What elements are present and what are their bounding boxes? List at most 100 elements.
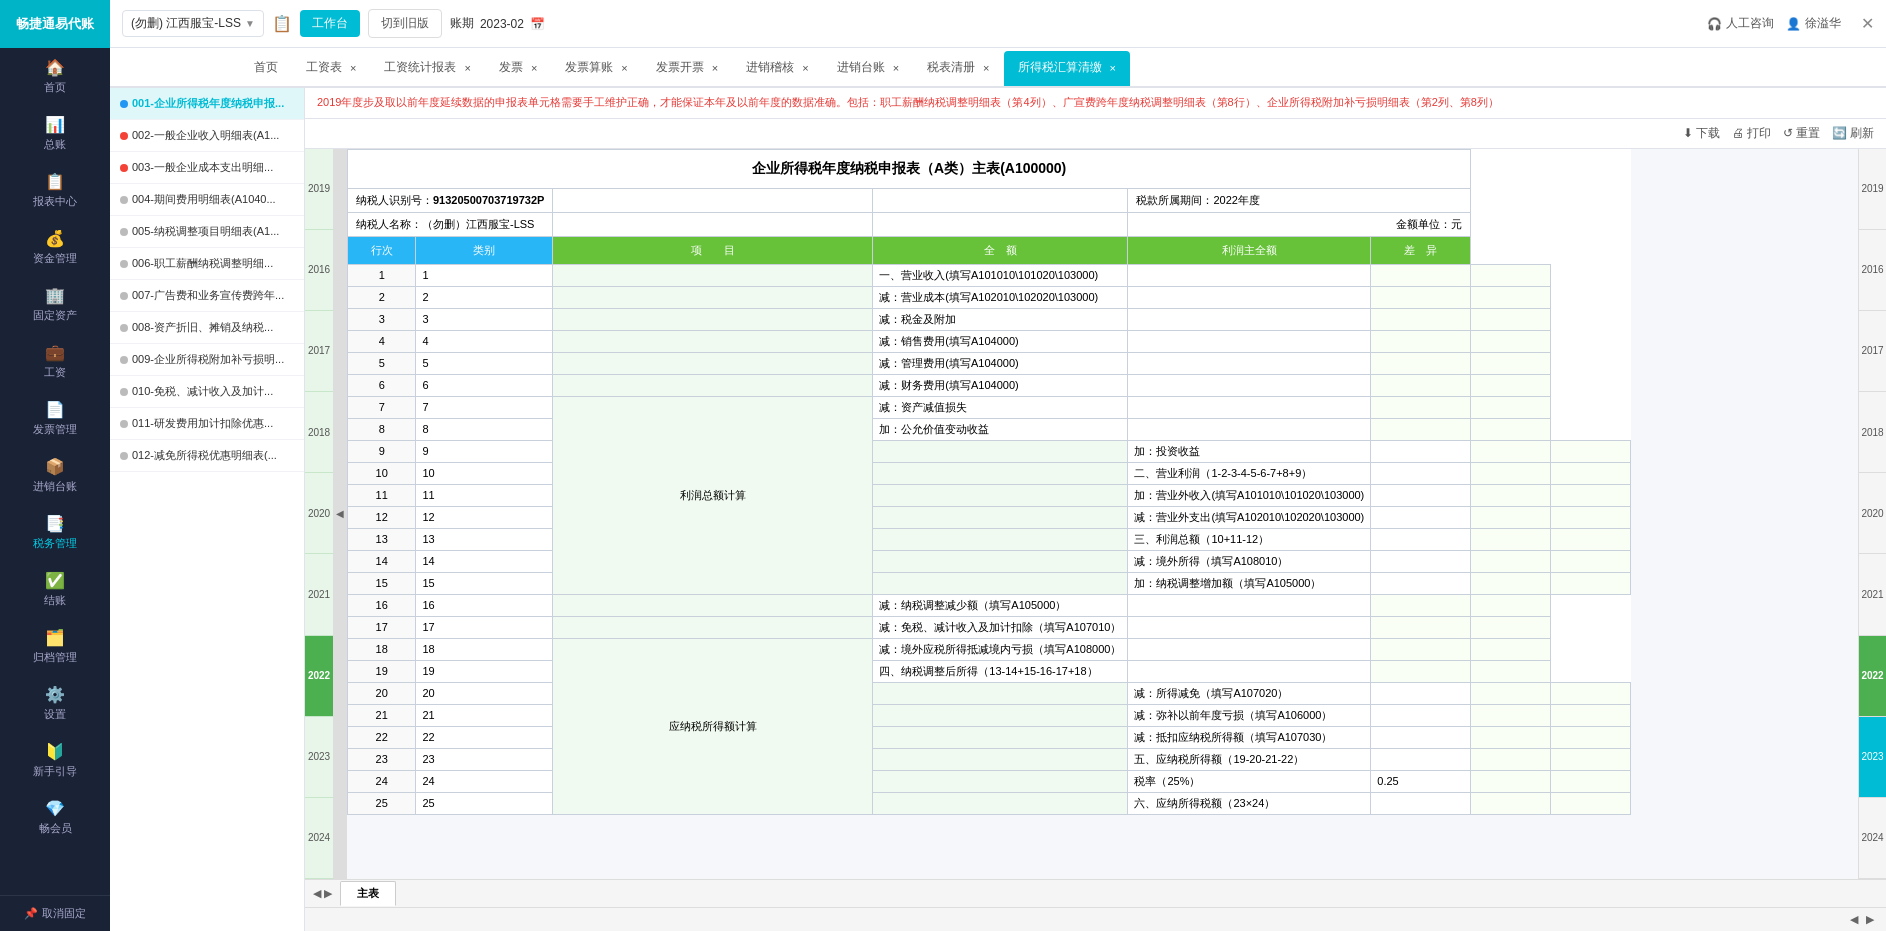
row-diff-14[interactable] <box>1551 550 1631 572</box>
year-item-left-2018[interactable]: 2018 <box>305 392 333 473</box>
sidebar-item-purchase[interactable]: 📦进销台账 <box>0 447 110 504</box>
tab-close-icon[interactable]: × <box>983 62 989 74</box>
sidebar-item-invoice[interactable]: 📄发票管理 <box>0 390 110 447</box>
row-profit-amount-8[interactable] <box>1371 418 1471 440</box>
nav-tab-税表清册[interactable]: 税表清册× <box>913 51 1003 86</box>
row-profit-amount-7[interactable] <box>1371 396 1471 418</box>
row-full-amount-4[interactable] <box>1128 330 1371 352</box>
left-panel-item-011[interactable]: 011-研发费用加计扣除优惠... <box>110 408 304 440</box>
year-item-right-2020[interactable]: 2020 <box>1859 473 1886 554</box>
row-profit-amount-18[interactable] <box>1371 638 1471 660</box>
row-diff-9[interactable] <box>1551 440 1631 462</box>
year-item-left-2021[interactable]: 2021 <box>305 554 333 635</box>
sidebar-item-report[interactable]: 📋报表中心 <box>0 162 110 219</box>
row-diff-15[interactable] <box>1551 572 1631 594</box>
row-profit-amount-21[interactable] <box>1471 704 1551 726</box>
row-full-amount-22[interactable] <box>1371 726 1471 748</box>
row-profit-amount-25[interactable] <box>1471 792 1551 814</box>
sidebar-item-payroll[interactable]: 💼工资 <box>0 333 110 390</box>
nav-tab-所得税汇算清缴[interactable]: 所得税汇算清缴× <box>1004 51 1130 86</box>
sidebar-item-home[interactable]: 🏠首页 <box>0 48 110 105</box>
row-profit-amount-16[interactable] <box>1371 594 1471 616</box>
left-panel-item-012[interactable]: 012-减免所得税优惠明细表(... <box>110 440 304 472</box>
calendar-icon[interactable]: 📅 <box>530 17 545 31</box>
year-item-right-2019[interactable]: 2019 <box>1859 149 1886 230</box>
row-profit-amount-20[interactable] <box>1471 682 1551 704</box>
year-item-left-2017[interactable]: 2017 <box>305 311 333 392</box>
workbench-button[interactable]: 工作台 <box>300 10 360 37</box>
row-diff-7[interactable] <box>1471 396 1551 418</box>
row-profit-amount-13[interactable] <box>1471 528 1551 550</box>
tab-close-icon[interactable]: × <box>531 62 537 74</box>
company-selector[interactable]: (勿删) 江西服宝-LSS ▼ <box>122 10 264 37</box>
row-diff-2[interactable] <box>1471 286 1551 308</box>
old-version-button[interactable]: 切到旧版 <box>368 9 442 38</box>
row-full-amount-17[interactable] <box>1128 616 1371 638</box>
row-diff-20[interactable] <box>1551 682 1631 704</box>
main-sheet-tab[interactable]: 主表 <box>340 881 396 906</box>
row-diff-8[interactable] <box>1471 418 1551 440</box>
user-menu[interactable]: 👤 徐溢华 <box>1786 15 1841 32</box>
row-full-amount-11[interactable] <box>1371 484 1471 506</box>
sidebar-item-tax[interactable]: 📑税务管理 <box>0 504 110 561</box>
sidebar-item-finance[interactable]: 💰资金管理 <box>0 219 110 276</box>
download-button[interactable]: ⬇ 下载 <box>1683 125 1720 142</box>
left-panel-item-001[interactable]: 001-企业所得税年度纳税申报... <box>110 88 304 120</box>
row-full-amount-2[interactable] <box>1128 286 1371 308</box>
tab-close-icon[interactable]: × <box>464 62 470 74</box>
row-full-amount-23[interactable] <box>1371 748 1471 770</box>
year-item-right-2017[interactable]: 2017 <box>1859 311 1886 392</box>
nav-tab-工资表[interactable]: 工资表× <box>292 51 370 86</box>
reset-button[interactable]: ↺ 重置 <box>1783 125 1820 142</box>
left-panel-item-005[interactable]: 005-纳税调整项目明细表(A1... <box>110 216 304 248</box>
left-panel-item-010[interactable]: 010-免税、减计收入及加计... <box>110 376 304 408</box>
ai-consult-button[interactable]: 🎧 人工咨询 <box>1707 15 1774 32</box>
row-full-amount-15[interactable] <box>1371 572 1471 594</box>
row-profit-amount-2[interactable] <box>1371 286 1471 308</box>
row-profit-amount-15[interactable] <box>1471 572 1551 594</box>
left-panel-item-004[interactable]: 004-期间费用明细表(A1040... <box>110 184 304 216</box>
year-item-left-2019[interactable]: 2019 <box>305 149 333 230</box>
row-diff-13[interactable] <box>1551 528 1631 550</box>
row-full-amount-1[interactable] <box>1128 264 1371 286</box>
row-profit-amount-4[interactable] <box>1371 330 1471 352</box>
left-panel-item-003[interactable]: 003-一般企业成本支出明细... <box>110 152 304 184</box>
tab-close-icon[interactable]: × <box>350 62 356 74</box>
year-item-left-2023[interactable]: 2023 <box>305 717 333 798</box>
row-full-amount-20[interactable] <box>1371 682 1471 704</box>
left-panel-item-009[interactable]: 009-企业所得税附加补亏损明... <box>110 344 304 376</box>
row-profit-amount-23[interactable] <box>1471 748 1551 770</box>
collapse-button[interactable]: ◀ <box>333 149 347 879</box>
row-diff-4[interactable] <box>1471 330 1551 352</box>
row-profit-amount-3[interactable] <box>1371 308 1471 330</box>
row-full-amount-5[interactable] <box>1128 352 1371 374</box>
row-diff-24[interactable] <box>1551 770 1631 792</box>
nav-tab-工资统计报表[interactable]: 工资统计报表× <box>370 51 484 86</box>
sidebar-footer[interactable]: 📌 取消固定 <box>0 895 110 931</box>
row-profit-amount-5[interactable] <box>1371 352 1471 374</box>
sidebar-item-assets[interactable]: 🏢固定资产 <box>0 276 110 333</box>
sidebar-item-checkout[interactable]: ✅结账 <box>0 561 110 618</box>
year-item-left-2022[interactable]: 2022 <box>305 636 333 717</box>
row-diff-11[interactable] <box>1551 484 1631 506</box>
scroll-left-icon[interactable]: ◀ <box>1850 913 1858 926</box>
left-panel-item-002[interactable]: 002-一般企业收入明细表(A1... <box>110 120 304 152</box>
left-panel-item-007[interactable]: 007-广告费和业务宣传费跨年... <box>110 280 304 312</box>
topbar-doc-icon[interactable]: 📋 <box>272 14 292 33</box>
left-panel-item-006[interactable]: 006-职工薪酬纳税调整明细... <box>110 248 304 280</box>
scroll-right-icon[interactable]: ▶ <box>1866 913 1874 926</box>
row-diff-23[interactable] <box>1551 748 1631 770</box>
row-profit-amount-12[interactable] <box>1471 506 1551 528</box>
tab-close-icon[interactable]: × <box>712 62 718 74</box>
row-profit-amount-6[interactable] <box>1371 374 1471 396</box>
row-diff-25[interactable] <box>1551 792 1631 814</box>
year-item-right-2023[interactable]: 2023 <box>1859 717 1886 798</box>
nav-tab-发票算账[interactable]: 发票算账× <box>551 51 641 86</box>
row-diff-3[interactable] <box>1471 308 1551 330</box>
table-wrapper[interactable]: 企业所得税年度纳税申报表（A类）主表(A100000) 纳税人识别号：91320… <box>347 149 1858 879</box>
row-profit-amount-22[interactable] <box>1471 726 1551 748</box>
year-item-left-2016[interactable]: 2016 <box>305 230 333 311</box>
sidebar-item-guide[interactable]: 🔰新手引导 <box>0 732 110 789</box>
row-profit-amount-11[interactable] <box>1471 484 1551 506</box>
row-diff-18[interactable] <box>1471 638 1551 660</box>
